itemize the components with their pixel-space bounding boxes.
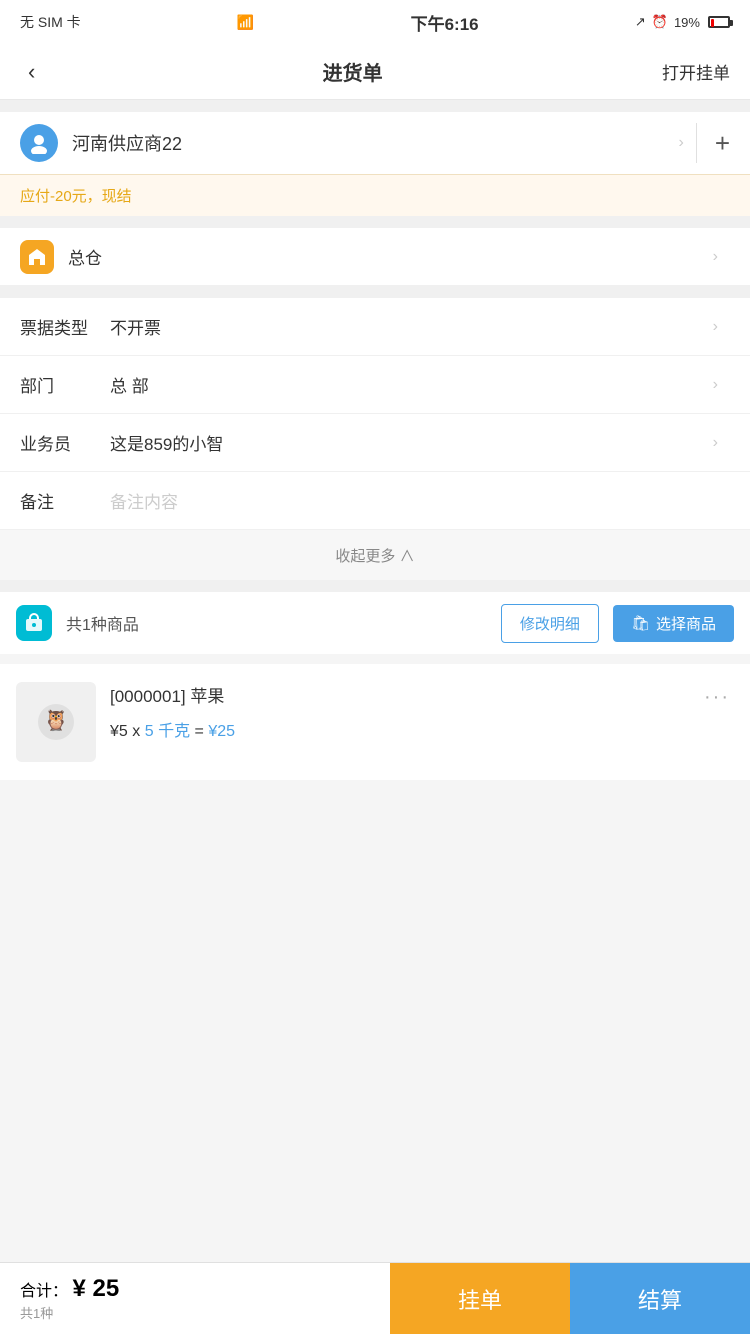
nav-bar: ‹ 进货单 打开挂单 <box>0 44 750 100</box>
total-count: 共1种 <box>20 1303 370 1322</box>
open-hang-button[interactable]: 打开挂单 <box>662 59 730 84</box>
location-icon: ↗ <box>635 14 646 30</box>
supplier-row[interactable]: 河南供应商22 › + <box>0 112 750 174</box>
warehouse-row[interactable]: 总仓 › <box>0 228 750 286</box>
product-id: [0000001] <box>110 687 186 706</box>
add-supplier-button[interactable]: + <box>715 128 730 159</box>
remark-row[interactable]: 备注 备注内容 <box>0 472 750 530</box>
total-amount: ¥ 25 <box>72 1275 119 1302</box>
product-more-button[interactable]: ··· <box>700 682 734 713</box>
battery-icon <box>708 16 730 28</box>
select-product-icon: 🛍 <box>631 614 650 632</box>
page-title: 进货单 <box>323 57 383 86</box>
bottom-spacer <box>0 780 750 860</box>
invoice-type-row[interactable]: 票据类型 不开票 › <box>0 298 750 356</box>
total-line: 合计： ¥ 25 <box>20 1275 370 1303</box>
total-label: 合计： <box>20 1283 68 1300</box>
alarm-icon: ⏰ <box>652 14 668 30</box>
section-gap-1 <box>0 100 750 112</box>
total-section: 合计： ¥ 25 共1种 <box>0 1275 390 1322</box>
warehouse-name: 总仓 <box>68 244 713 269</box>
bottom-bar: 合计： ¥ 25 共1种 挂单 结算 <box>0 1262 750 1334</box>
warehouse-section: 总仓 › <box>0 228 750 286</box>
warehouse-chevron-icon: › <box>713 248 718 266</box>
product-price: ¥5 x 5 千克 = ¥25 <box>110 717 686 741</box>
product-card: 🦉 [0000001] 苹果 ¥5 x 5 千克 = ¥25 ··· <box>0 664 750 780</box>
product-unit: 千克 <box>158 723 190 740</box>
price-value: ¥5 <box>110 723 128 740</box>
battery-area: ↗ ⏰ 19% <box>635 14 730 30</box>
department-value: 总 部 <box>110 372 713 397</box>
supplier-avatar <box>20 124 58 162</box>
product-title: [0000001] 苹果 <box>110 682 686 707</box>
time-display: 下午6:16 <box>411 10 479 35</box>
product-thumbnail: 🦉 <box>16 682 96 762</box>
collapse-label: 收起更多 ∧ <box>335 545 414 566</box>
select-product-button[interactable]: 🛍 选择商品 <box>613 605 734 642</box>
battery-percent: 19% <box>674 15 700 30</box>
status-bar: 无 SIM 卡 📶 下午6:16 ↗ ⏰ 19% <box>0 0 750 44</box>
department-chevron-icon: › <box>713 376 718 394</box>
section-gap-2 <box>0 216 750 228</box>
product-section-icon <box>16 605 52 641</box>
equals-sign: = <box>195 723 209 740</box>
salesman-label: 业务员 <box>20 430 110 455</box>
remark-section: 备注 备注内容 <box>0 472 750 530</box>
invoice-chevron-icon: › <box>713 318 718 336</box>
department-section: 部门 总 部 › <box>0 356 750 414</box>
warehouse-icon <box>20 240 54 274</box>
svg-text:🦉: 🦉 <box>44 709 69 732</box>
checkout-button[interactable]: 结算 <box>570 1263 750 1334</box>
back-button[interactable]: ‹ <box>20 51 43 93</box>
section-gap-3 <box>0 286 750 298</box>
remark-input[interactable]: 备注内容 <box>110 488 730 513</box>
carrier-text: 无 SIM 卡 <box>20 12 81 32</box>
notice-text: 应付-20元，现结 <box>20 188 132 205</box>
select-product-label: 选择商品 <box>656 613 716 634</box>
edit-detail-button[interactable]: 修改明细 <box>501 604 599 643</box>
supplier-chevron-icon: › <box>678 134 683 152</box>
salesman-value: 这是859的小智 <box>110 430 713 455</box>
notice-bar: 应付-20元，现结 <box>0 174 750 216</box>
salesman-section: 业务员 这是859的小智 › <box>0 414 750 472</box>
product-info: [0000001] 苹果 ¥5 x 5 千克 = ¥25 <box>110 682 686 741</box>
invoice-section: 票据类型 不开票 › <box>0 298 750 356</box>
department-label: 部门 <box>20 372 110 397</box>
product-quantity: 5 <box>145 723 154 740</box>
wifi-icon: 📶 <box>237 14 254 31</box>
product-name: 苹果 <box>190 687 224 706</box>
salesman-row[interactable]: 业务员 这是859的小智 › <box>0 414 750 472</box>
collapse-button[interactable]: 收起更多 ∧ <box>0 530 750 580</box>
price-separator: x <box>132 723 144 740</box>
product-count-text: 共1种商品 <box>66 611 487 635</box>
divider <box>696 123 697 163</box>
invoice-type-value: 不开票 <box>110 314 713 339</box>
remark-label: 备注 <box>20 488 110 513</box>
product-section-header: 共1种商品 修改明细 🛍 选择商品 <box>0 592 750 654</box>
salesman-chevron-icon: › <box>713 434 718 452</box>
invoice-type-label: 票据类型 <box>20 314 110 339</box>
section-gap-4 <box>0 580 750 592</box>
supplier-section: 河南供应商22 › + 应付-20元，现结 <box>0 112 750 216</box>
hang-order-button[interactable]: 挂单 <box>390 1263 570 1334</box>
product-total: ¥25 <box>208 723 235 740</box>
department-row[interactable]: 部门 总 部 › <box>0 356 750 414</box>
supplier-name: 河南供应商22 <box>72 130 678 156</box>
